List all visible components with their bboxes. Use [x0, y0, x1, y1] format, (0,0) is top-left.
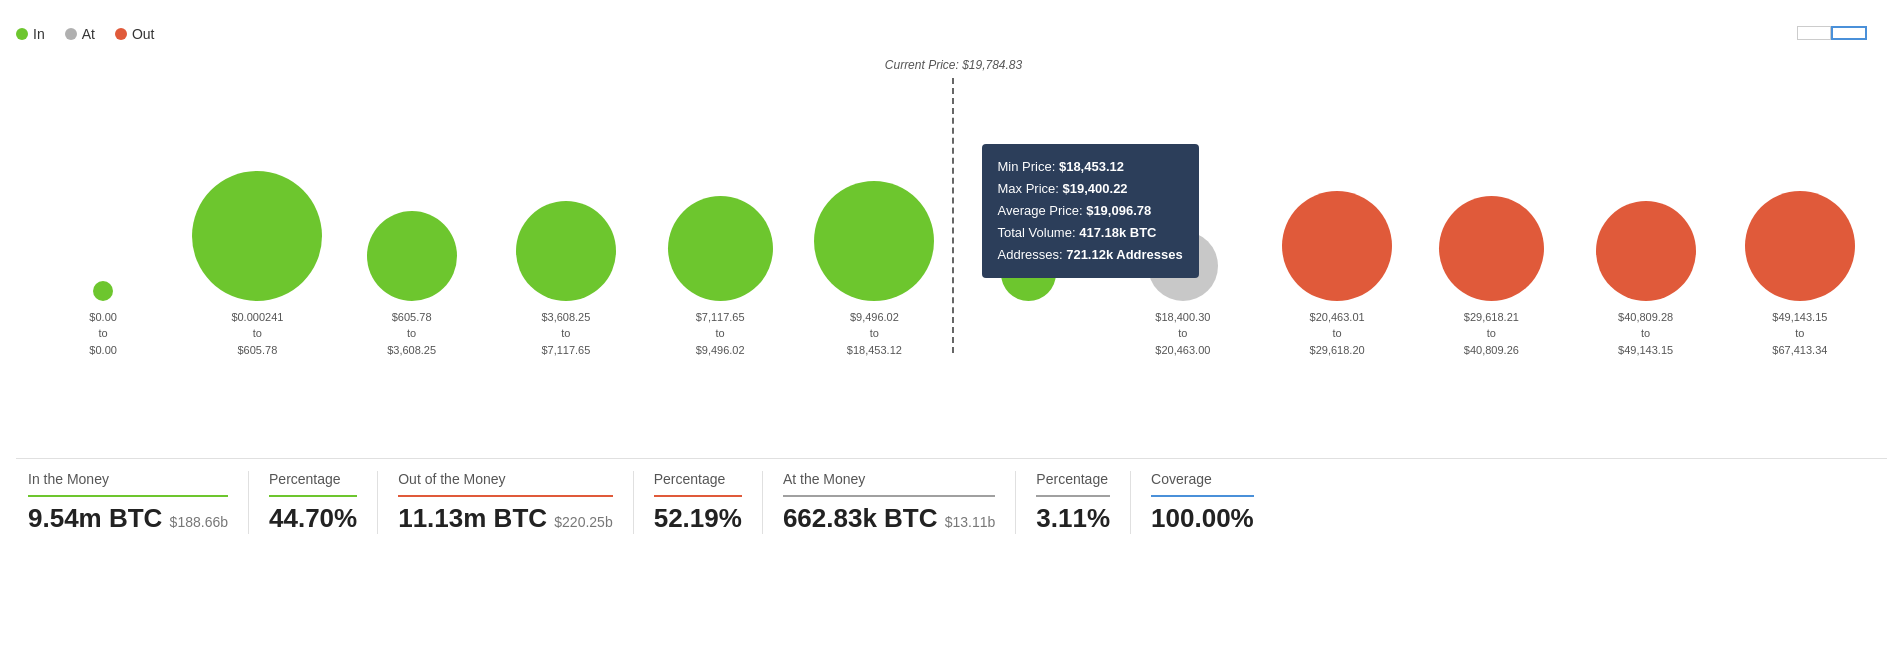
tooltip-vol-label: Total Volume:	[998, 225, 1076, 240]
divider-1	[377, 471, 378, 534]
bubble-7[interactable]	[1148, 231, 1218, 301]
stats-row: In the Money 9.54m BTC $188.66b Percentage…	[16, 458, 1887, 534]
chart-area: $0.00to$0.00 $0.000241to$605.78 $605.78to$…	[16, 58, 1887, 438]
bubble-col-8: $20,463.01to$29,618.20	[1260, 191, 1414, 359]
stat-label-coverage: Coverage	[1151, 471, 1254, 491]
divider-4	[1015, 471, 1016, 534]
legend-label-at: At	[82, 26, 95, 42]
legend-item-at: At	[65, 26, 95, 42]
price-range-8: $20,463.01to$29,618.20	[1310, 309, 1365, 359]
stat-underline-out-percentage	[654, 495, 742, 497]
stat-label-out-the-money: Out of the Money	[398, 471, 612, 491]
legend: In At Out	[16, 26, 1887, 42]
stat-label-in-the-money: In the Money	[28, 471, 228, 491]
stat-group-in-the-money: In the Money 9.54m BTC $188.66b	[16, 471, 240, 534]
bubble-col-2: $605.78to$3,608.25	[335, 211, 489, 359]
bubble-0[interactable]	[93, 281, 113, 301]
current-price-line: Current Price: $19,784.83	[952, 78, 954, 353]
price-range-9: $29,618.21to$40,809.26	[1464, 309, 1519, 359]
stat-group-out-the-money: Out of the Money 11.13m BTC $220.25b	[386, 471, 624, 534]
stat-value-in-percentage: 44.70%	[269, 503, 357, 534]
stat-underline-at-the-money	[783, 495, 995, 497]
tooltip-min-value: $18,453.12	[1059, 159, 1124, 174]
tooltip-max-label: Max Price:	[998, 181, 1059, 196]
price-range-0: $0.00to$0.00	[89, 309, 117, 359]
stat-label-in-percentage: Percentage	[269, 471, 357, 491]
divider-2	[633, 471, 634, 534]
stat-value-at-the-money: 662.83k BTC $13.11b	[783, 503, 995, 534]
price-range-4: $7,117.65to$9,496.02	[696, 309, 745, 359]
tooltip-max-value: $19,400.22	[1063, 181, 1128, 196]
stat-sub-out-the-money: $220.25b	[554, 514, 612, 530]
bubble-1[interactable]	[192, 171, 322, 301]
divider-5	[1130, 471, 1131, 534]
stat-underline-coverage	[1151, 495, 1254, 497]
stat-value-in-the-money: 9.54m BTC $188.66b	[28, 503, 228, 534]
legend-dot-in	[16, 28, 28, 40]
bubble-8[interactable]	[1282, 191, 1392, 301]
stat-underline-out-the-money	[398, 495, 612, 497]
tooltip-min-label: Min Price:	[998, 159, 1056, 174]
stat-value-coverage: 100.00%	[1151, 503, 1254, 534]
bubble-col-10: $40,809.28to$49,143.15	[1569, 201, 1723, 359]
bubble-col-1: $0.000241to$605.78	[180, 171, 334, 359]
bubble-col-7: $18,400.30to$20,463.00	[1106, 231, 1260, 359]
price-range-10: $40,809.28to$49,143.15	[1618, 309, 1673, 359]
legend-label-in: In	[33, 26, 45, 42]
addresses-button[interactable]	[1797, 26, 1831, 40]
bubble-10[interactable]	[1596, 201, 1696, 301]
stat-sub-in-the-money: $188.66b	[170, 514, 228, 530]
divider-3	[762, 471, 763, 534]
stat-group-at-percentage: Percentage 3.11%	[1024, 471, 1122, 534]
price-range-1: $0.000241to$605.78	[231, 309, 283, 359]
bubble-6[interactable]	[1001, 246, 1056, 301]
price-range-2: $605.78to$3,608.25	[387, 309, 436, 359]
bubble-9[interactable]	[1439, 196, 1544, 301]
divider-0	[248, 471, 249, 534]
bubble-3[interactable]	[516, 201, 616, 301]
price-range-7: $18,400.30to$20,463.00	[1155, 309, 1210, 359]
stat-value-out-percentage: 52.19%	[654, 503, 742, 534]
stat-label-at-percentage: Percentage	[1036, 471, 1110, 491]
bubble-5[interactable]	[814, 181, 934, 301]
stat-label-at-the-money: At the Money	[783, 471, 995, 491]
stat-value-at-percentage: 3.11%	[1036, 503, 1110, 534]
bubble-col-0: $0.00to$0.00	[26, 281, 180, 359]
bubble-col-3: $3,608.25to$7,117.65	[489, 201, 643, 359]
bubble-col-5: $9,496.02to$18,453.12	[797, 181, 951, 359]
bubble-4[interactable]	[668, 196, 773, 301]
stat-group-coverage: Coverage 100.00%	[1139, 471, 1266, 534]
bubble-col-9: $29,618.21to$40,809.26	[1414, 196, 1568, 359]
current-price-label: Current Price: $19,784.83	[885, 58, 1022, 72]
stat-underline-in-the-money	[28, 495, 228, 497]
tooltip-avg-value: $19,096.78	[1086, 203, 1151, 218]
stat-group-in-percentage: Percentage 44.70%	[257, 471, 369, 534]
tooltip-avg-label: Average Price:	[998, 203, 1083, 218]
stat-underline-at-percentage	[1036, 495, 1110, 497]
volume-button[interactable]	[1831, 26, 1867, 40]
price-range-5: $9,496.02to$18,453.12	[847, 309, 902, 359]
price-range-11: $49,143.15to$67,413.34	[1772, 309, 1827, 359]
price-range-3: $3,608.25to$7,117.65	[541, 309, 590, 359]
bubble-2[interactable]	[367, 211, 457, 301]
price-range-6	[1027, 309, 1030, 359]
stat-value-out-the-money: 11.13m BTC $220.25b	[398, 503, 612, 534]
legend-dot-out	[115, 28, 127, 40]
legend-label-out: Out	[132, 26, 155, 42]
bubble-col-11: $49,143.15to$67,413.34	[1723, 191, 1877, 359]
stat-group-at-the-money: At the Money 662.83k BTC $13.11b	[771, 471, 1007, 534]
legend-item-in: In	[16, 26, 45, 42]
stat-label-out-percentage: Percentage	[654, 471, 742, 491]
stat-underline-in-percentage	[269, 495, 357, 497]
legend-item-out: Out	[115, 26, 155, 42]
bubble-col-4: $7,117.65to$9,496.02	[643, 196, 797, 359]
stat-sub-at-the-money: $13.11b	[945, 514, 996, 530]
bubble-col-6: Min Price: $18,453.12 Max Price: $19,400…	[952, 246, 1106, 359]
legend-dot-at	[65, 28, 77, 40]
view-controls	[1797, 26, 1867, 40]
stat-group-out-percentage: Percentage 52.19%	[642, 471, 754, 534]
bubble-11[interactable]	[1745, 191, 1855, 301]
